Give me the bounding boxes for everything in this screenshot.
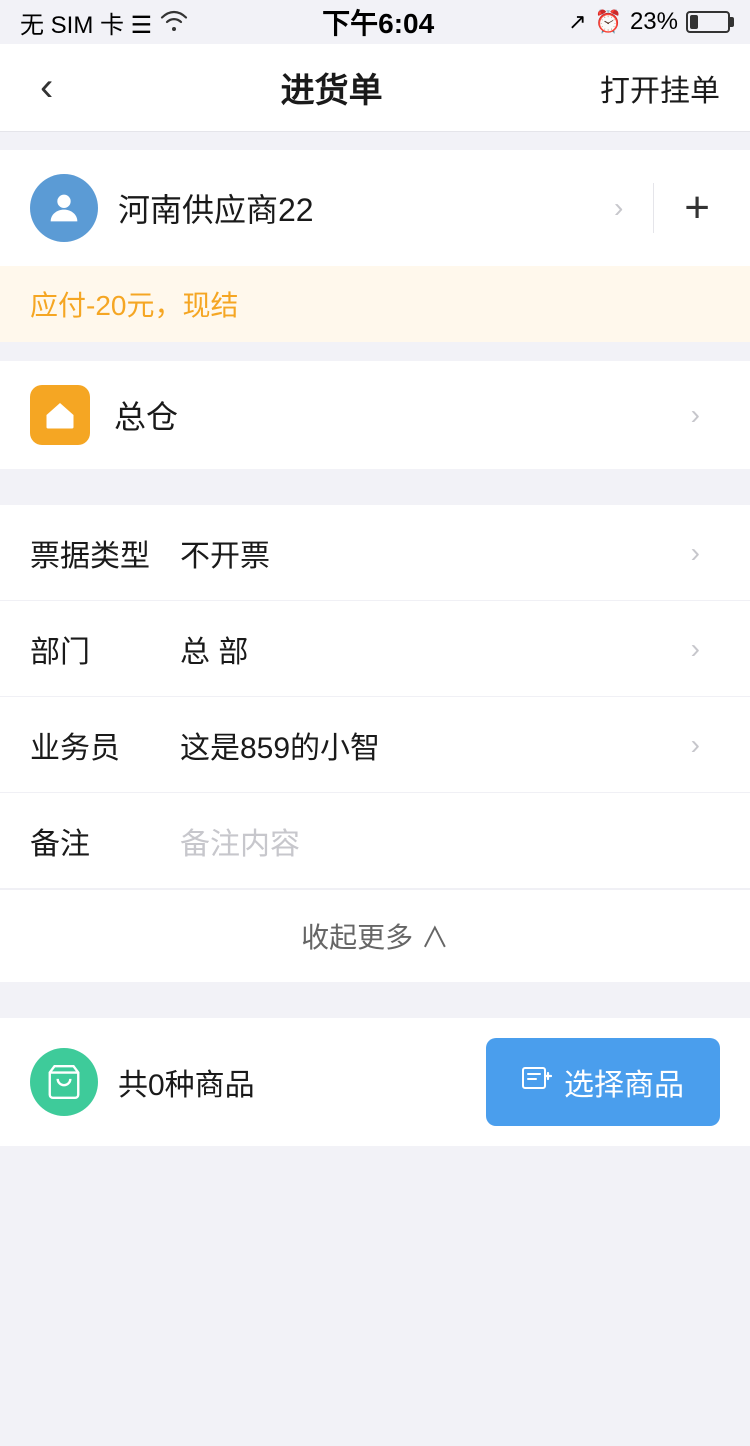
location-icon: ↗ [568, 9, 586, 35]
department-label: 部门 [30, 627, 160, 671]
warehouse-name: 总仓 [114, 392, 691, 438]
select-product-button[interactable]: 选择商品 [486, 1038, 720, 1126]
salesperson-label: 业务员 [30, 723, 160, 767]
department-chevron-icon: › [691, 633, 700, 665]
alarm-icon: ⏰ [595, 9, 622, 35]
gray-fill-area [0, 1146, 750, 1446]
remark-label: 备注 [30, 819, 160, 863]
notice-banner: 应付-20元，现结 [0, 266, 750, 342]
section-divider-2 [0, 342, 750, 360]
collapse-button[interactable]: 收起更多 ∧ [0, 889, 750, 982]
add-supplier-button[interactable]: + [674, 183, 720, 233]
open-pending-button[interactable]: 打开挂单 [600, 66, 720, 110]
supplier-divider [653, 183, 654, 233]
select-product-icon [522, 1065, 552, 1099]
section-divider-1 [0, 132, 750, 150]
supplier-name: 河南供应商22 [118, 185, 614, 231]
supplier-avatar [30, 174, 98, 242]
salesperson-value: 这是859的小智 [160, 723, 691, 767]
section-divider-4 [0, 982, 750, 1000]
select-product-label: 选择商品 [564, 1060, 684, 1104]
ticket-type-label: 票据类型 [30, 531, 160, 575]
product-count-text: 共0种商品 [118, 1060, 466, 1104]
ticket-type-chevron-icon: › [691, 537, 700, 569]
house-icon [42, 397, 78, 433]
product-cart-icon [30, 1048, 98, 1116]
back-button[interactable]: ‹ [30, 55, 63, 120]
sim-text: 无 SIM 卡 ☰ [20, 5, 152, 40]
battery-icon [686, 11, 730, 33]
ticket-type-row[interactable]: 票据类型 不开票 › [0, 505, 750, 601]
page-title: 进货单 [281, 63, 383, 112]
person-icon [44, 188, 84, 228]
wifi-icon [160, 7, 188, 38]
supplier-chevron-icon: › [614, 192, 623, 224]
salesperson-chevron-icon: › [691, 729, 700, 761]
salesperson-row[interactable]: 业务员 这是859的小智 › [0, 697, 750, 793]
warehouse-icon [30, 385, 90, 445]
status-left: 无 SIM 卡 ☰ [20, 5, 188, 40]
remark-input[interactable]: 备注内容 [160, 819, 720, 863]
supplier-section: 河南供应商22 › + 应付-20元，现结 [0, 150, 750, 342]
nav-bar: ‹ 进货单 打开挂单 [0, 44, 750, 132]
supplier-row[interactable]: 河南供应商22 › + [0, 150, 750, 266]
bottom-bar: 共0种商品 选择商品 [0, 1018, 750, 1146]
remark-row[interactable]: 备注 备注内容 [0, 793, 750, 889]
ticket-type-value: 不开票 [160, 531, 691, 575]
battery-percent: 23% [630, 8, 678, 36]
collapse-label: 收起更多 ∧ [301, 916, 449, 956]
status-time: 下午6:04 [322, 2, 434, 42]
section-divider-3 [0, 469, 750, 487]
warehouse-section: 总仓 › [0, 360, 750, 469]
cart-icon [45, 1063, 83, 1101]
department-row[interactable]: 部门 总 部 › [0, 601, 750, 697]
warehouse-chevron-icon: › [691, 399, 700, 431]
warehouse-row[interactable]: 总仓 › [0, 360, 750, 469]
form-section: 票据类型 不开票 › 部门 总 部 › 业务员 这是859的小智 › 备注 备注… [0, 505, 750, 982]
notice-text: 应付-20元，现结 [30, 290, 238, 321]
status-bar: 无 SIM 卡 ☰ 下午6:04 ↗ ⏰ 23% [0, 0, 750, 44]
status-right: ↗ ⏰ 23% [568, 8, 730, 36]
department-value: 总 部 [160, 627, 691, 671]
